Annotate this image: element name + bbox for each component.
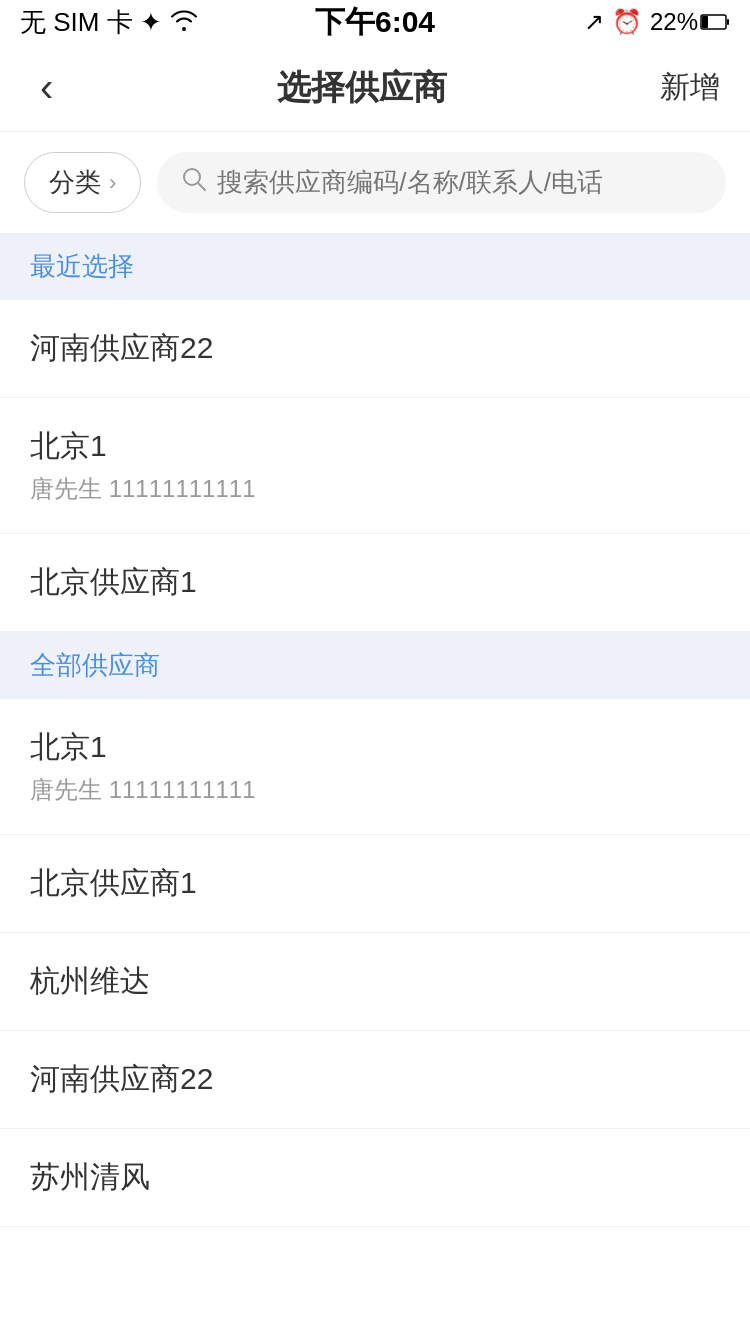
list-item[interactable]: 北京1 唐先生 11111111111 <box>0 398 750 534</box>
back-button[interactable]: ‹ <box>30 55 63 120</box>
search-icon <box>181 166 207 199</box>
search-box <box>157 152 726 213</box>
item-name: 北京供应商1 <box>30 863 720 904</box>
search-input[interactable] <box>217 167 702 198</box>
wifi-icon <box>170 7 198 38</box>
list-item[interactable]: 河南供应商22 <box>0 300 750 398</box>
category-button[interactable]: 分类 › <box>24 152 141 213</box>
list-item[interactable]: 河南供应商22 <box>0 1031 750 1129</box>
item-name: 北京1 <box>30 426 720 467</box>
category-label: 分类 <box>49 165 101 200</box>
item-name: 北京1 <box>30 727 720 768</box>
alarm-icon: ⏰ <box>612 8 642 36</box>
svg-rect-1 <box>702 16 708 28</box>
list-item[interactable]: 北京1 唐先生 11111111111 <box>0 699 750 835</box>
all-list: 北京1 唐先生 11111111111 北京供应商1 杭州维达 河南供应商22 … <box>0 699 750 1227</box>
item-name: 苏州清风 <box>30 1157 720 1198</box>
status-time: 下午6:04 <box>315 2 435 43</box>
list-item[interactable]: 北京供应商1 <box>0 534 750 632</box>
location-icon: ↗ <box>584 8 604 36</box>
item-name: 杭州维达 <box>30 961 720 1002</box>
battery-indicator: 22% <box>650 8 730 36</box>
svg-line-4 <box>198 183 205 190</box>
list-item[interactable]: 苏州清风 <box>0 1129 750 1227</box>
item-name: 河南供应商22 <box>30 1059 720 1100</box>
all-section-label: 全部供应商 <box>30 650 160 680</box>
svg-rect-2 <box>727 19 729 25</box>
battery-percent: 22% <box>650 8 698 36</box>
add-button[interactable]: 新增 <box>660 67 720 108</box>
all-section-header: 全部供应商 <box>0 632 750 699</box>
status-bar: 无 SIM 卡 ✦ 下午6:04 ↗ ⏰ 22% <box>0 0 750 44</box>
nav-bar: ‹ 选择供应商 新增 <box>0 44 750 132</box>
item-sub: 唐先生 11111111111 <box>30 473 720 505</box>
status-left: 无 SIM 卡 ✦ <box>20 5 198 40</box>
item-name: 北京供应商1 <box>30 562 720 603</box>
chevron-right-icon: › <box>109 170 116 196</box>
recent-section-header: 最近选择 <box>0 233 750 300</box>
recent-list: 河南供应商22 北京1 唐先生 11111111111 北京供应商1 <box>0 300 750 632</box>
list-item[interactable]: 杭州维达 <box>0 933 750 1031</box>
filter-row: 分类 › <box>0 132 750 233</box>
recent-section-label: 最近选择 <box>30 251 134 281</box>
list-item[interactable]: 北京供应商1 <box>0 835 750 933</box>
page-title: 选择供应商 <box>277 65 447 111</box>
no-sim-text: 无 SIM 卡 ✦ <box>20 5 162 40</box>
item-sub: 唐先生 11111111111 <box>30 774 720 806</box>
item-name: 河南供应商22 <box>30 328 720 369</box>
status-right: ↗ ⏰ 22% <box>584 8 730 36</box>
